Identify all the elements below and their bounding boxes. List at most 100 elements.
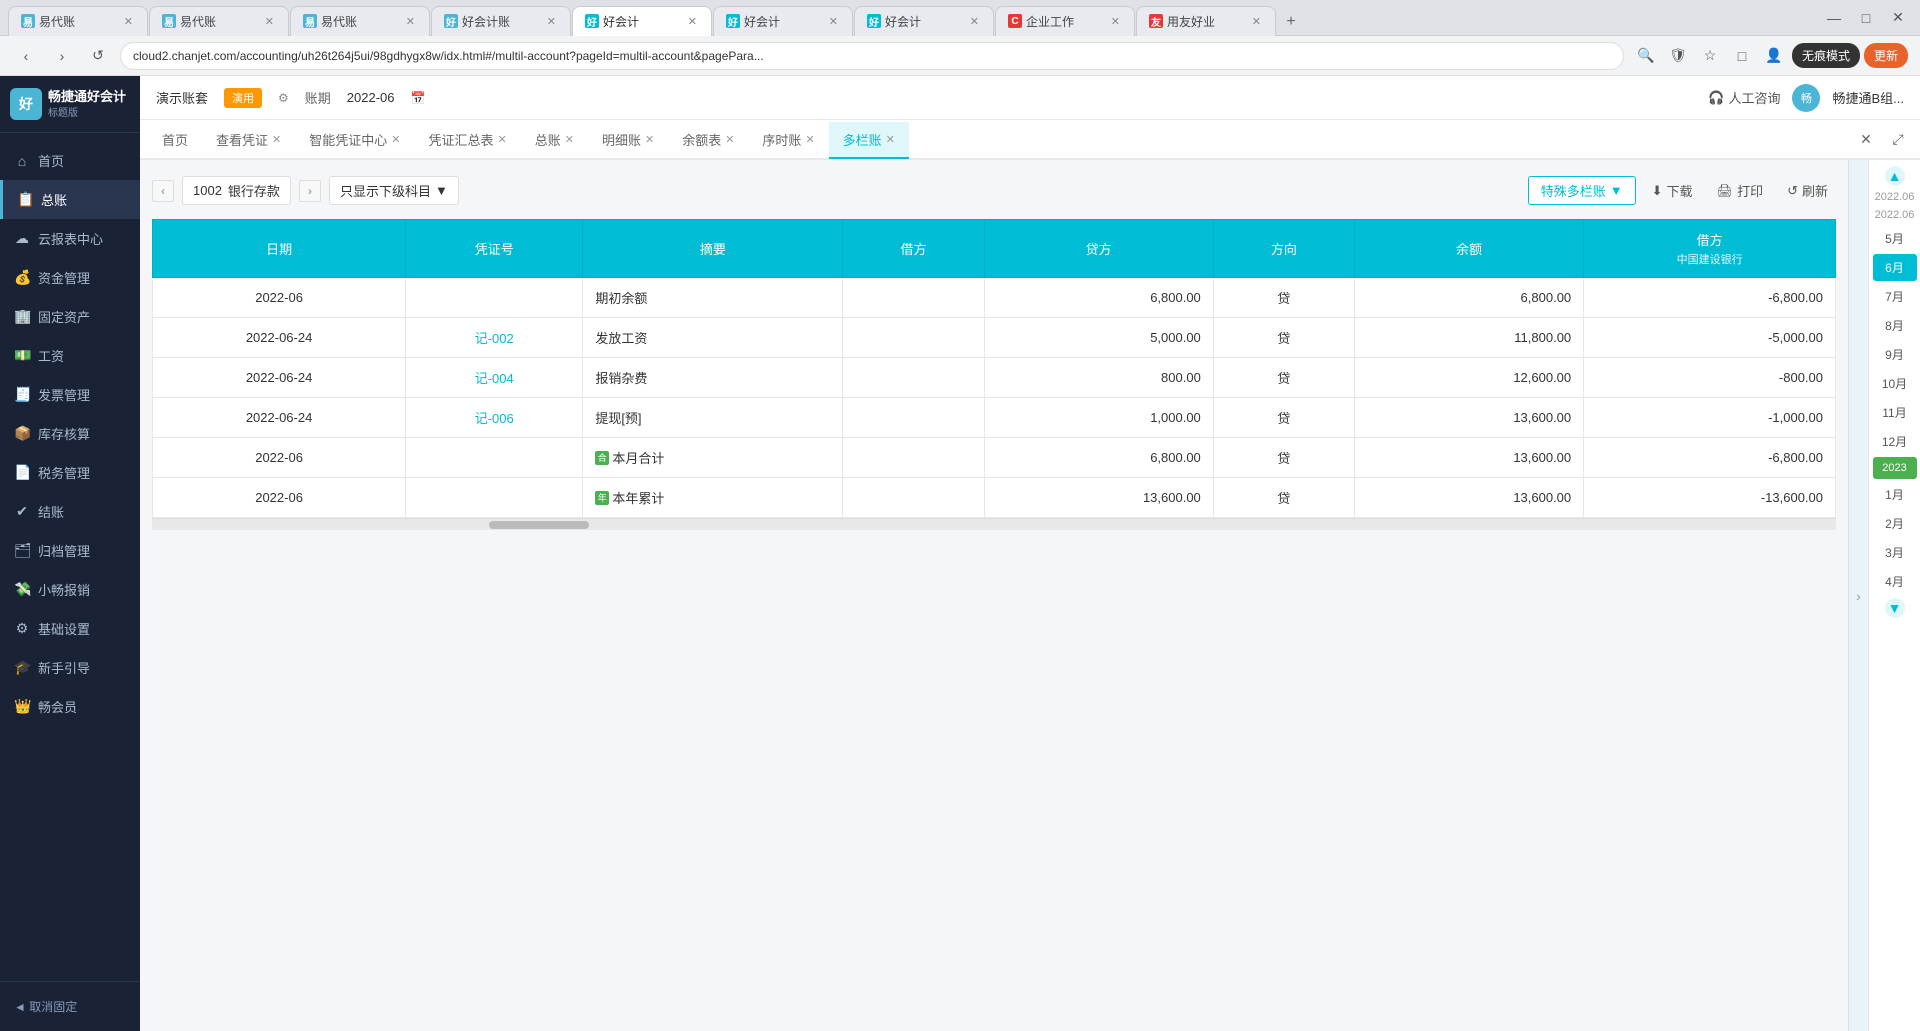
close-panel-btn[interactable]: ✕	[1852, 125, 1880, 153]
tab-voucher[interactable]: 查看凭证 ✕	[202, 122, 295, 159]
tab-close-3[interactable]: ✕	[404, 13, 417, 30]
sidebar-item-membership[interactable]: 👑 畅会员	[0, 687, 140, 726]
tab-home[interactable]: 首页	[148, 122, 202, 159]
tab-close-smart-voucher[interactable]: ✕	[391, 133, 400, 146]
extensions-icon[interactable]: □	[1728, 42, 1756, 70]
calendar-icon[interactable]: 📅	[411, 91, 426, 105]
settings-gear-icon[interactable]: ⚙	[278, 91, 289, 105]
sidebar-item-inventory[interactable]: 📦 库存核算	[0, 414, 140, 453]
minimize-btn[interactable]: —	[1820, 4, 1848, 32]
sidebar-item-home[interactable]: ⌂ 首页	[0, 141, 140, 180]
sidebar-item-tax[interactable]: 📄 税务管理	[0, 453, 140, 492]
browser-tab-1[interactable]: 易 易代账 ✕	[8, 6, 148, 36]
voucher-link-006[interactable]: 记-006	[475, 411, 514, 426]
horizontal-scrollbar[interactable]	[152, 518, 1836, 530]
sidebar-item-close-accounts[interactable]: ✔ 结账	[0, 492, 140, 531]
voucher-link-004[interactable]: 记-004	[475, 371, 514, 386]
browser-tab-4[interactable]: 好 好会计账 ✕	[431, 6, 571, 36]
update-btn[interactable]: 更新	[1864, 43, 1908, 68]
date-scroll-up[interactable]: ▲	[1885, 166, 1905, 186]
star-icon[interactable]: ☆	[1696, 42, 1724, 70]
new-tab-button[interactable]: +	[1277, 8, 1305, 36]
tab-general-ledger[interactable]: 总账 ✕	[521, 122, 588, 159]
date-item-may[interactable]: 5月	[1873, 225, 1917, 252]
tab-smart-voucher[interactable]: 智能凭证中心 ✕	[295, 122, 414, 159]
print-btn[interactable]: 🖨 打印	[1709, 177, 1772, 204]
browser-tab-3[interactable]: 易 易代账 ✕	[290, 6, 430, 36]
browser-tab-8[interactable]: C 企业工作 ✕	[995, 6, 1135, 36]
sidebar-item-ledger[interactable]: 📋 总账	[0, 180, 140, 219]
tab-close-general-ledger[interactable]: ✕	[565, 133, 574, 146]
tab-close-balance[interactable]: ✕	[725, 133, 734, 146]
tab-close-9[interactable]: ✕	[1250, 13, 1263, 30]
tab-close-voucher[interactable]: ✕	[272, 133, 281, 146]
back-btn[interactable]: ‹	[12, 42, 40, 70]
unpin-btn[interactable]: ◄ 取消固定	[14, 992, 126, 1021]
next-subject-btn[interactable]: ›	[299, 180, 321, 202]
maximize-btn[interactable]: □	[1852, 4, 1880, 32]
download-btn[interactable]: ⬇ 下载	[1644, 177, 1701, 204]
multi-col-btn[interactable]: 特殊多栏账 ▼	[1528, 176, 1636, 205]
scroll-thumb[interactable]	[489, 521, 589, 529]
search-icon[interactable]: 🔍	[1632, 42, 1660, 70]
date-item-jan[interactable]: 1月	[1873, 481, 1917, 508]
tab-close-4[interactable]: ✕	[545, 13, 558, 30]
voucher-link-002[interactable]: 记-002	[475, 331, 514, 346]
date-item-nov[interactable]: 11月	[1873, 399, 1917, 426]
tab-close-voucher-summary[interactable]: ✕	[498, 133, 507, 146]
expand-panel-btn[interactable]: ⤢	[1884, 125, 1912, 153]
date-item-feb[interactable]: 2月	[1873, 510, 1917, 537]
account-icon[interactable]: 👤	[1760, 42, 1788, 70]
tab-voucher-summary[interactable]: 凭证汇总表 ✕	[414, 122, 520, 159]
subject-selector[interactable]: 1002 银行存款	[182, 176, 291, 205]
date-item-mar[interactable]: 3月	[1873, 539, 1917, 566]
sidebar-item-settings[interactable]: ⚙ 基础设置	[0, 609, 140, 648]
date-item-apr[interactable]: 4月	[1873, 568, 1917, 595]
sidebar-item-expense[interactable]: 💸 小畅报销	[0, 570, 140, 609]
tab-close-1[interactable]: ✕	[122, 13, 135, 30]
prev-subject-btn[interactable]: ‹	[152, 180, 174, 202]
browser-tab-7[interactable]: 好 好会计 ✕	[854, 6, 994, 36]
sidebar-item-salary[interactable]: 💵 工资	[0, 336, 140, 375]
tab-balance[interactable]: 余额表 ✕	[668, 122, 748, 159]
sidebar-item-invoice[interactable]: 🧾 发票管理	[0, 375, 140, 414]
browser-tab-2[interactable]: 易 易代账 ✕	[149, 6, 289, 36]
consult-btn[interactable]: 🎧 人工咨询	[1708, 88, 1780, 107]
tab-close-multi-col[interactable]: ✕	[886, 133, 895, 146]
address-input[interactable]: cloud2.chanjet.com/accounting/uh26t264j5…	[120, 42, 1624, 70]
tab-sequence-ledger[interactable]: 序时账 ✕	[748, 122, 828, 159]
browser-tab-5[interactable]: 好 好会计 ✕	[572, 6, 712, 36]
sidebar-item-archive[interactable]: 🗂 归档管理	[0, 531, 140, 570]
sidebar-item-guide[interactable]: 🎓 新手引导	[0, 648, 140, 687]
date-scroll-down[interactable]: ▼	[1885, 598, 1905, 618]
refresh-btn[interactable]: ↺ 刷新	[1779, 177, 1836, 204]
collapse-panel-btn[interactable]: ›	[1848, 160, 1868, 1031]
tab-close-8[interactable]: ✕	[1109, 13, 1122, 30]
date-item-sep[interactable]: 9月	[1873, 341, 1917, 368]
incognito-btn[interactable]: 无痕模式	[1792, 43, 1860, 68]
date-year-2023[interactable]: 2023	[1873, 457, 1917, 479]
forward-btn[interactable]: ›	[48, 42, 76, 70]
tab-detail-ledger[interactable]: 明细账 ✕	[588, 122, 668, 159]
browser-tab-6[interactable]: 好 好会计 ✕	[713, 6, 853, 36]
tab-close-2[interactable]: ✕	[263, 13, 276, 30]
dropdown-icon: ▼	[1610, 183, 1623, 198]
tab-close-7[interactable]: ✕	[968, 13, 981, 30]
tab-close-detail-ledger[interactable]: ✕	[645, 133, 654, 146]
reload-btn[interactable]: ↺	[84, 42, 112, 70]
close-btn[interactable]: ✕	[1884, 4, 1912, 32]
tab-multi-col[interactable]: 多栏账 ✕	[829, 122, 909, 159]
date-item-june[interactable]: 6月	[1873, 254, 1917, 281]
tab-close-6[interactable]: ✕	[827, 13, 840, 30]
filter-select[interactable]: 只显示下级科目 ▼	[329, 176, 459, 205]
date-item-oct[interactable]: 10月	[1873, 370, 1917, 397]
date-item-july[interactable]: 7月	[1873, 283, 1917, 310]
sidebar-item-fixed-assets[interactable]: 🏢 固定资产	[0, 297, 140, 336]
sidebar-item-fund[interactable]: 💰 资金管理	[0, 258, 140, 297]
tab-close-5[interactable]: ✕	[686, 13, 699, 30]
sidebar-item-cloud-report[interactable]: ☁ 云报表中心	[0, 219, 140, 258]
tab-close-sequence-ledger[interactable]: ✕	[805, 133, 814, 146]
date-item-aug[interactable]: 8月	[1873, 312, 1917, 339]
browser-tab-9[interactable]: 友 用友好业 ✕	[1136, 6, 1276, 36]
date-item-dec[interactable]: 12月	[1873, 428, 1917, 455]
